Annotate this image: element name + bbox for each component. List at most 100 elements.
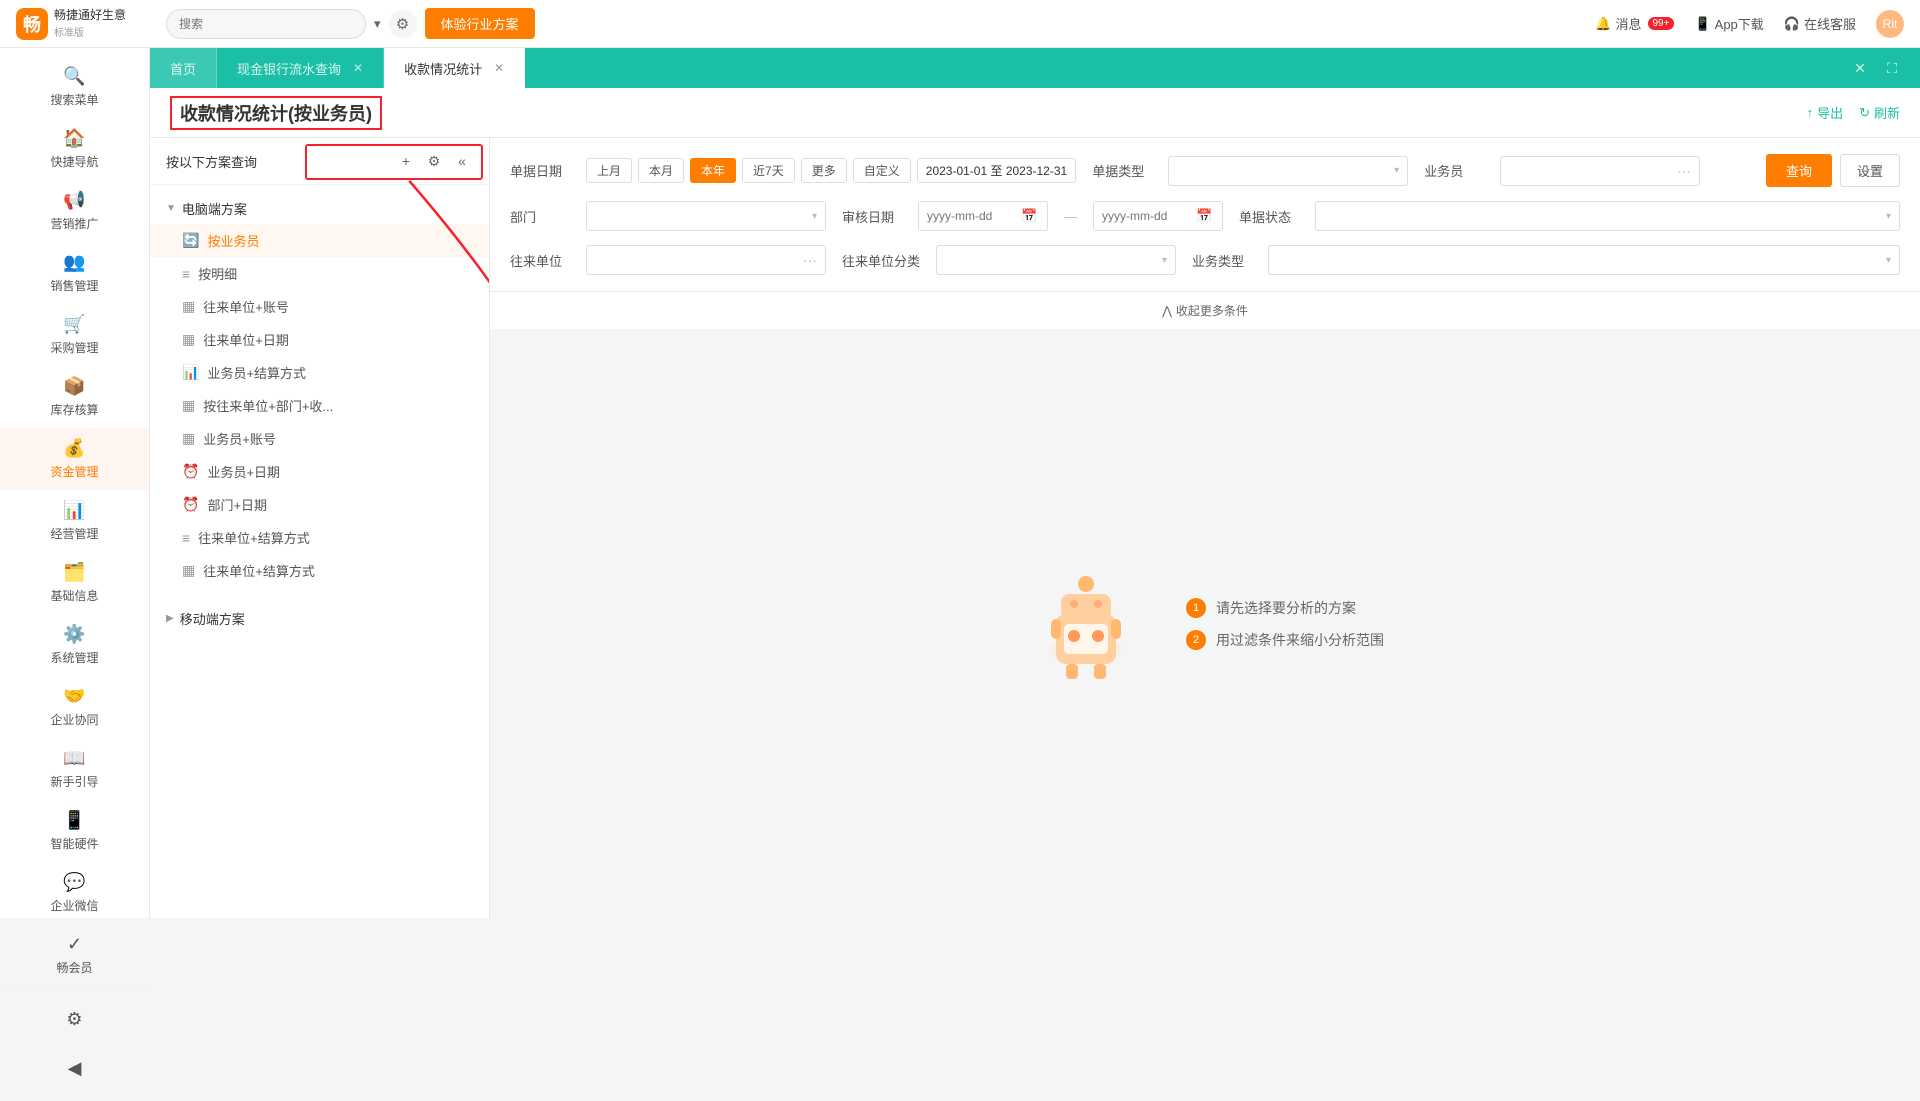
collapse-bar[interactable]: ⋀ 收起更多条件 [490, 292, 1920, 329]
sidebar-item-wechat[interactable]: 💬 企业微信 [0, 862, 149, 924]
tab-bank[interactable]: 现金银行流水查询 ✕ [217, 48, 384, 88]
logo-text-block: 畅捷通好生意 标准版 [54, 8, 126, 39]
sidebar-item-guide[interactable]: 📖 新手引导 [0, 738, 149, 800]
audit-to-input[interactable] [1102, 209, 1192, 223]
sidebar-item-member[interactable]: ✓ 畅会员 [0, 924, 149, 986]
filter-date-group: 上月 本月 本年 近7天 更多 自定义 2023-01-01 至 2023-12… [586, 158, 1076, 183]
audit-from-input[interactable] [927, 209, 1017, 223]
scheme-collapse-btn[interactable]: « [451, 150, 473, 172]
date-btn-custom[interactable]: 自定义 [853, 158, 911, 183]
sidebar-item-marketing[interactable]: 📢 营销推广 [0, 180, 149, 242]
group-desktop-label: 电脑端方案 [182, 199, 247, 218]
scheme-item-detail[interactable]: ≡ 按明细 [150, 257, 489, 290]
calendar-to-icon[interactable]: 📅 [1196, 208, 1212, 224]
app-download-item[interactable]: 📱 App下载 [1694, 14, 1763, 33]
filter-salesperson-select[interactable]: ··· [1500, 156, 1700, 186]
search-input[interactable] [166, 9, 366, 39]
empty-illustration [1026, 564, 1146, 684]
detail-scheme-icon: ≡ [182, 266, 190, 282]
sidebar-item-inventory[interactable]: 📦 库存核算 [0, 366, 149, 428]
unit-dept-label: 按往来单位+部门+收... [203, 396, 333, 415]
scheme-settings-btn[interactable]: ⚙ [423, 150, 445, 172]
settings-icon[interactable]: ⚙ [389, 10, 417, 38]
scheme-group-desktop-title[interactable]: ▼ 电脑端方案 [150, 193, 489, 224]
dropdown-chevron-icon: ▾ [374, 16, 381, 32]
unit-settle2-label: 往来单位+结算方式 [203, 561, 315, 580]
scheme-item-unit-dept-collect[interactable]: ▦ 按往来单位+部门+收... [150, 389, 489, 422]
export-button[interactable]: ↑ 导出 [1807, 103, 1844, 122]
filter-counterpart-select[interactable]: ··· [586, 245, 826, 275]
filter-dept-select[interactable]: ▾ [586, 201, 826, 231]
unit-settle2-icon: ▦ [182, 562, 195, 579]
filter-date-dash: — [1064, 209, 1077, 224]
filter-salesperson-label: 业务员 [1424, 161, 1484, 180]
salesperson-account-label: 业务员+账号 [203, 429, 276, 448]
sidebar-item-operation[interactable]: 📊 经营管理 [0, 490, 149, 552]
sidebar-item-search[interactable]: 🔍 搜索菜单 [0, 56, 149, 118]
scheme-item-salesperson-settle[interactable]: 📊 业务员+结算方式 [150, 356, 489, 389]
sidebar-bottom-collapse[interactable]: ◀ [0, 1048, 149, 1089]
tab-collection-close-icon[interactable]: ✕ [494, 61, 504, 75]
filter-status-select[interactable]: ▾ [1315, 201, 1900, 231]
salesperson-scheme-icon: 🔄 [182, 232, 199, 249]
purchase-icon: 🛒 [63, 314, 85, 335]
bell-icon: 🔔 [1595, 16, 1611, 32]
filter-category-select[interactable]: ▾ [936, 245, 1176, 275]
filter-row-1: 单据日期 上月 本月 本年 近7天 更多 自定义 2023-01-01 至 20… [510, 154, 1900, 187]
unit-dept-icon: ▦ [182, 397, 195, 414]
online-service-item[interactable]: 🎧 在线客服 [1784, 14, 1856, 33]
scheme-item-salesperson-account[interactable]: ▦ 业务员+账号 [150, 422, 489, 455]
filter-biztype-select[interactable]: ▾ [1268, 245, 1900, 275]
filter-salesperson-more-icon[interactable]: ··· [1677, 163, 1691, 179]
content-area: 按以下方案查询 + ⚙ « ▼ 电脑端方案 [150, 138, 1920, 918]
scheme-item-unit-account[interactable]: ▦ 往来单位+账号 [150, 290, 489, 323]
window-close-btn[interactable]: ✕ [1844, 52, 1876, 84]
header-dropdown[interactable]: ▾ [374, 16, 381, 32]
sidebar-item-finance[interactable]: 💰 资金管理 [0, 428, 149, 490]
sidebar-item-enterprise[interactable]: 🤝 企业协同 [0, 676, 149, 738]
notifications-item[interactable]: 🔔 消息 99+ [1595, 14, 1674, 33]
scheme-item-unit-settle1[interactable]: ≡ 往来单位+结算方式 [150, 521, 489, 554]
sidebar-item-system[interactable]: ⚙️ 系统管理 [0, 614, 149, 676]
tab-home[interactable]: 首页 [150, 48, 217, 88]
date-btn-last-month[interactable]: 上月 [586, 158, 632, 183]
counterpart-more-icon[interactable]: ··· [803, 252, 817, 268]
date-btn-this-year[interactable]: 本年 [690, 158, 736, 183]
page-actions: ↑ 导出 ↻ 刷新 [1807, 103, 1900, 122]
query-button[interactable]: 查询 [1766, 154, 1832, 187]
refresh-button[interactable]: ↻ 刷新 [1859, 103, 1900, 122]
sidebar-item-label-sales: 销售管理 [50, 277, 98, 294]
filter-settings-button[interactable]: 设置 [1840, 154, 1900, 187]
window-maximize-btn[interactable]: ⛶ [1876, 52, 1908, 84]
sidebar-item-sales[interactable]: 👥 销售管理 [0, 242, 149, 304]
logo-badge: 标准版 [54, 24, 126, 39]
scheme-item-unit-settle2[interactable]: ▦ 往来单位+结算方式 [150, 554, 489, 587]
scheme-item-salesperson[interactable]: 🔄 按业务员 [150, 224, 489, 257]
sidebar-item-hardware[interactable]: 📱 智能硬件 [0, 800, 149, 862]
sidebar-item-basic[interactable]: 🗂️ 基础信息 [0, 552, 149, 614]
export-icon: ↑ [1807, 105, 1814, 120]
calendar-from-icon[interactable]: 📅 [1021, 208, 1037, 224]
avatar[interactable]: Rit [1876, 10, 1904, 38]
date-btn-this-month[interactable]: 本月 [638, 158, 684, 183]
tab-collection[interactable]: 收款情况统计 ✕ [384, 48, 525, 88]
scheme-group-desktop: ▼ 电脑端方案 🔄 按业务员 ≡ 按明细 ▦ 往来单位+账号 [150, 185, 489, 595]
filter-audit-from[interactable]: 📅 [918, 201, 1048, 231]
date-btn-7days[interactable]: 近7天 [742, 158, 795, 183]
filter-audit-to[interactable]: 📅 [1093, 201, 1223, 231]
scheme-item-unit-date[interactable]: ▦ 往来单位+日期 [150, 323, 489, 356]
filter-type-select[interactable]: ▾ [1168, 156, 1408, 186]
sidebar-bottom-settings[interactable]: ⚙ [0, 999, 149, 1040]
sidebar-item-quicknav[interactable]: 🏠 快捷导航 [0, 118, 149, 180]
scheme-item-salesperson-date[interactable]: ⏰ 业务员+日期 [150, 455, 489, 488]
trial-button[interactable]: 体验行业方案 [425, 8, 535, 39]
sidebar-item-purchase[interactable]: 🛒 采购管理 [0, 304, 149, 366]
scheme-add-btn[interactable]: + [395, 150, 417, 172]
date-btn-more[interactable]: 更多 [801, 158, 847, 183]
scheme-group-mobile-title[interactable]: ▶ 移动端方案 [150, 603, 489, 634]
unit-date-label: 往来单位+日期 [203, 330, 289, 349]
scheme-item-dept-date[interactable]: ⏰ 部门+日期 [150, 488, 489, 521]
tab-bank-close-icon[interactable]: ✕ [353, 61, 363, 75]
filter-dept-arrow-icon: ▾ [812, 211, 817, 222]
filter-audit-label: 审核日期 [842, 207, 902, 226]
